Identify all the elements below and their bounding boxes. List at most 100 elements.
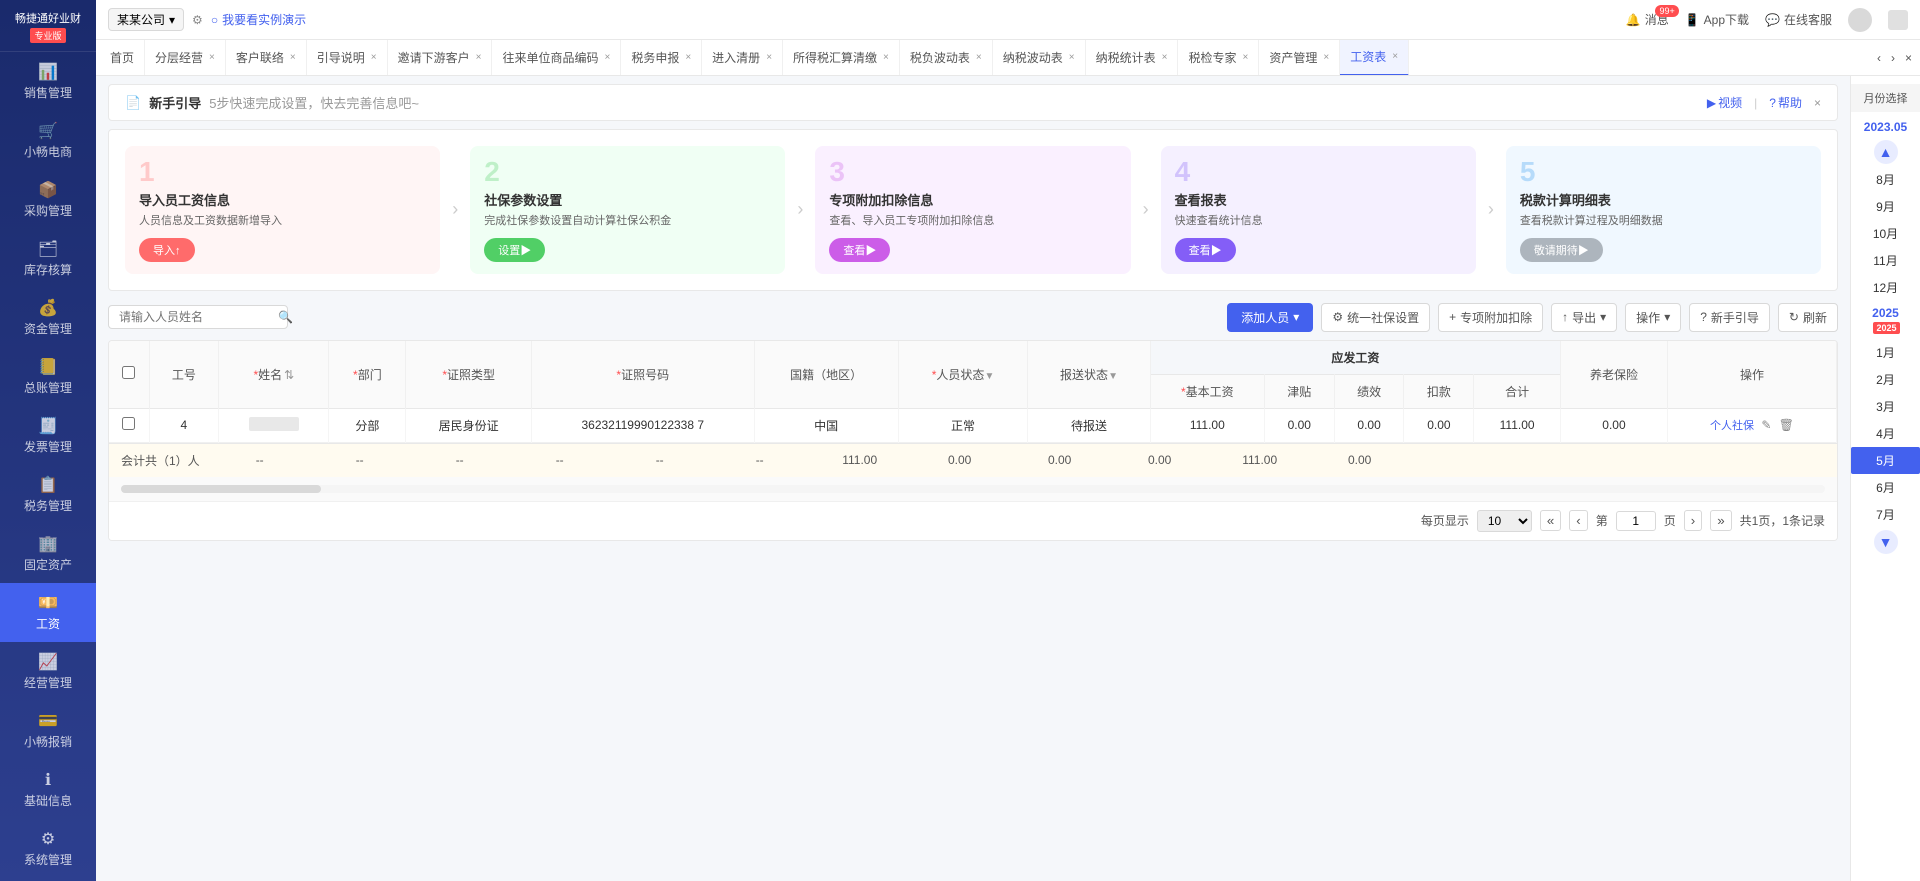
sidebar-item-system[interactable]: ⚙ 系统管理 xyxy=(0,819,96,878)
tab-payroll-close[interactable]: × xyxy=(1392,51,1398,62)
sidebar-item-basic[interactable]: ℹ 基础信息 xyxy=(0,760,96,819)
sidebar-item-ecommerce[interactable]: 🛒 小畅电商 xyxy=(0,111,96,170)
user-menu-icon[interactable] xyxy=(1888,10,1908,30)
tab-prev-button[interactable]: ‹ xyxy=(1873,49,1885,67)
last-page-button[interactable]: » xyxy=(1710,510,1731,531)
first-page-button[interactable]: « xyxy=(1540,510,1561,531)
page-input[interactable] xyxy=(1616,511,1656,531)
tab-tax-burden[interactable]: 税负波动表× xyxy=(900,40,993,76)
month-2[interactable]: 2月 xyxy=(1851,366,1920,393)
sidebar-item-payroll[interactable]: 💴 工资 xyxy=(0,583,96,642)
tab-product-close[interactable]: × xyxy=(604,52,610,63)
sidebar-item-tax[interactable]: 📋 税务管理 xyxy=(0,465,96,524)
tab-asset-close[interactable]: × xyxy=(1323,52,1329,63)
app-logo: 畅捷通好业财 专业版 xyxy=(0,0,96,52)
sidebar-item-ledger[interactable]: 📒 总账管理 xyxy=(0,347,96,406)
delete-icon[interactable]: 🗑 xyxy=(1779,418,1794,432)
tab-home[interactable]: 首页 xyxy=(100,40,145,76)
tab-wave-close[interactable]: × xyxy=(1069,52,1075,63)
add-person-button[interactable]: 添加人员 ▾ xyxy=(1227,303,1313,332)
online-service-button[interactable]: 💬 在线客服 xyxy=(1765,11,1832,28)
guide-help-link[interactable]: ? 帮助 xyxy=(1769,94,1802,111)
month-10[interactable]: 10月 xyxy=(1851,220,1920,247)
tab-next-button[interactable]: › xyxy=(1887,49,1899,67)
sidebar-item-sales[interactable]: 📊 销售管理 xyxy=(0,52,96,111)
month-11[interactable]: 11月 xyxy=(1851,247,1920,274)
special-deduction-btn[interactable]: + 专项附加扣除 xyxy=(1438,303,1543,332)
tab-customer[interactable]: 客户联络× xyxy=(226,40,307,76)
month-7[interactable]: 7月 xyxy=(1851,501,1920,528)
newbie-guide-btn[interactable]: ? 新手引导 xyxy=(1689,303,1770,332)
tab-tax-close[interactable]: × xyxy=(685,52,691,63)
page-size-select[interactable]: 10 20 50 100 xyxy=(1477,510,1532,532)
tab-product-code[interactable]: 往来单位商品编码× xyxy=(492,40,621,76)
tab-tax-wave[interactable]: 纳税波动表× xyxy=(993,40,1086,76)
tab-burden-close[interactable]: × xyxy=(976,52,982,63)
month-4[interactable]: 4月 xyxy=(1851,420,1920,447)
month-5-active[interactable]: 5月 xyxy=(1851,447,1920,474)
step-1-button[interactable]: 导入↑ xyxy=(139,238,195,262)
month-down-button[interactable]: ▼ xyxy=(1874,530,1898,554)
tab-clear[interactable]: 进入清册× xyxy=(702,40,783,76)
tab-customer-close[interactable]: × xyxy=(290,52,296,63)
refresh-btn[interactable]: ↻ 刷新 xyxy=(1778,303,1838,332)
sidebar-item-finance[interactable]: 💰 资金管理 xyxy=(0,288,96,347)
sidebar-item-inventory[interactable]: 🗂 库存核算 xyxy=(0,229,96,288)
sidebar-item-assets[interactable]: 🏢 固定资产 xyxy=(0,524,96,583)
social-security-btn[interactable]: ⚙ 统一社保设置 xyxy=(1321,303,1430,332)
app-download-button[interactable]: 📱 App下载 xyxy=(1685,11,1749,28)
tab-asset-mgmt[interactable]: 资产管理× xyxy=(1259,40,1340,76)
month-6[interactable]: 6月 xyxy=(1851,474,1920,501)
tab-expert-close[interactable]: × xyxy=(1242,52,1248,63)
tab-invite[interactable]: 邀请下游客户× xyxy=(388,40,493,76)
tab-income-close[interactable]: × xyxy=(883,52,889,63)
month-12[interactable]: 12月 xyxy=(1851,274,1920,301)
month-8[interactable]: 8月 xyxy=(1851,166,1920,193)
operation-btn[interactable]: 操作 ▾ xyxy=(1625,303,1681,332)
guide-video-link[interactable]: ▶ 视频 xyxy=(1707,94,1742,111)
row-checkbox[interactable] xyxy=(122,417,135,430)
video-label: 视频 xyxy=(1718,94,1742,111)
message-button[interactable]: 🔔 消息 99+ xyxy=(1626,11,1669,28)
next-page-button[interactable]: › xyxy=(1684,510,1702,531)
month-up-button[interactable]: ▲ xyxy=(1874,140,1898,164)
month-1[interactable]: 1月 xyxy=(1851,339,1920,366)
tab-stat-close[interactable]: × xyxy=(1162,52,1168,63)
export-label: 导出 xyxy=(1572,309,1596,326)
step-3-button[interactable]: 查看▶ xyxy=(829,238,890,262)
personal-social-security-link[interactable]: 个人社保 xyxy=(1710,420,1754,432)
tab-tax-stat[interactable]: 纳税统计表× xyxy=(1086,40,1179,76)
tab-clear-close[interactable]: × xyxy=(766,52,772,63)
month-3[interactable]: 3月 xyxy=(1851,393,1920,420)
select-all-checkbox[interactable] xyxy=(122,366,135,379)
month-9[interactable]: 9月 xyxy=(1851,193,1920,220)
prev-page-button[interactable]: ‹ xyxy=(1569,510,1587,531)
sidebar-item-purchase[interactable]: 📦 采购管理 xyxy=(0,170,96,229)
step-5-button[interactable]: 敬请期待▶ xyxy=(1520,238,1603,262)
tab-layered-close[interactable]: × xyxy=(209,52,215,63)
demo-link[interactable]: ○ 我要看实例演示 xyxy=(211,11,306,28)
tab-guide-close[interactable]: × xyxy=(371,52,377,63)
user-avatar[interactable] xyxy=(1848,8,1872,32)
tab-tax-declare[interactable]: 税务申报× xyxy=(621,40,702,76)
tab-close-all-button[interactable]: × xyxy=(1901,49,1916,67)
tab-tax-expert[interactable]: 税检专家× xyxy=(1178,40,1259,76)
sidebar-item-invoice[interactable]: 🧾 发票管理 xyxy=(0,406,96,465)
tab-invite-close[interactable]: × xyxy=(476,52,482,63)
tab-layered[interactable]: 分层经营× xyxy=(145,40,226,76)
sidebar-item-expense[interactable]: 💳 小畅报销 xyxy=(0,701,96,760)
step-4-button[interactable]: 查看▶ xyxy=(1175,238,1236,262)
horizontal-scrollbar[interactable] xyxy=(121,485,1825,493)
company-name: 某某公司 xyxy=(117,11,165,28)
export-btn[interactable]: ↑ 导出 ▾ xyxy=(1551,303,1617,332)
edit-icon[interactable]: ✎ xyxy=(1761,418,1771,432)
tab-guide[interactable]: 引导说明× xyxy=(307,40,388,76)
step-2-button[interactable]: 设置▶ xyxy=(484,238,545,262)
company-selector[interactable]: 某某公司 ▾ xyxy=(108,8,184,31)
sidebar-item-operation[interactable]: 📈 经营管理 xyxy=(0,642,96,701)
tab-payroll[interactable]: 工资表× xyxy=(1340,40,1409,76)
guide-close-button[interactable]: × xyxy=(1814,96,1821,110)
settings-topbar-icon[interactable]: ⚙ xyxy=(192,13,203,27)
tab-income-tax[interactable]: 所得税汇算清缴× xyxy=(783,40,900,76)
search-input[interactable] xyxy=(119,310,274,324)
